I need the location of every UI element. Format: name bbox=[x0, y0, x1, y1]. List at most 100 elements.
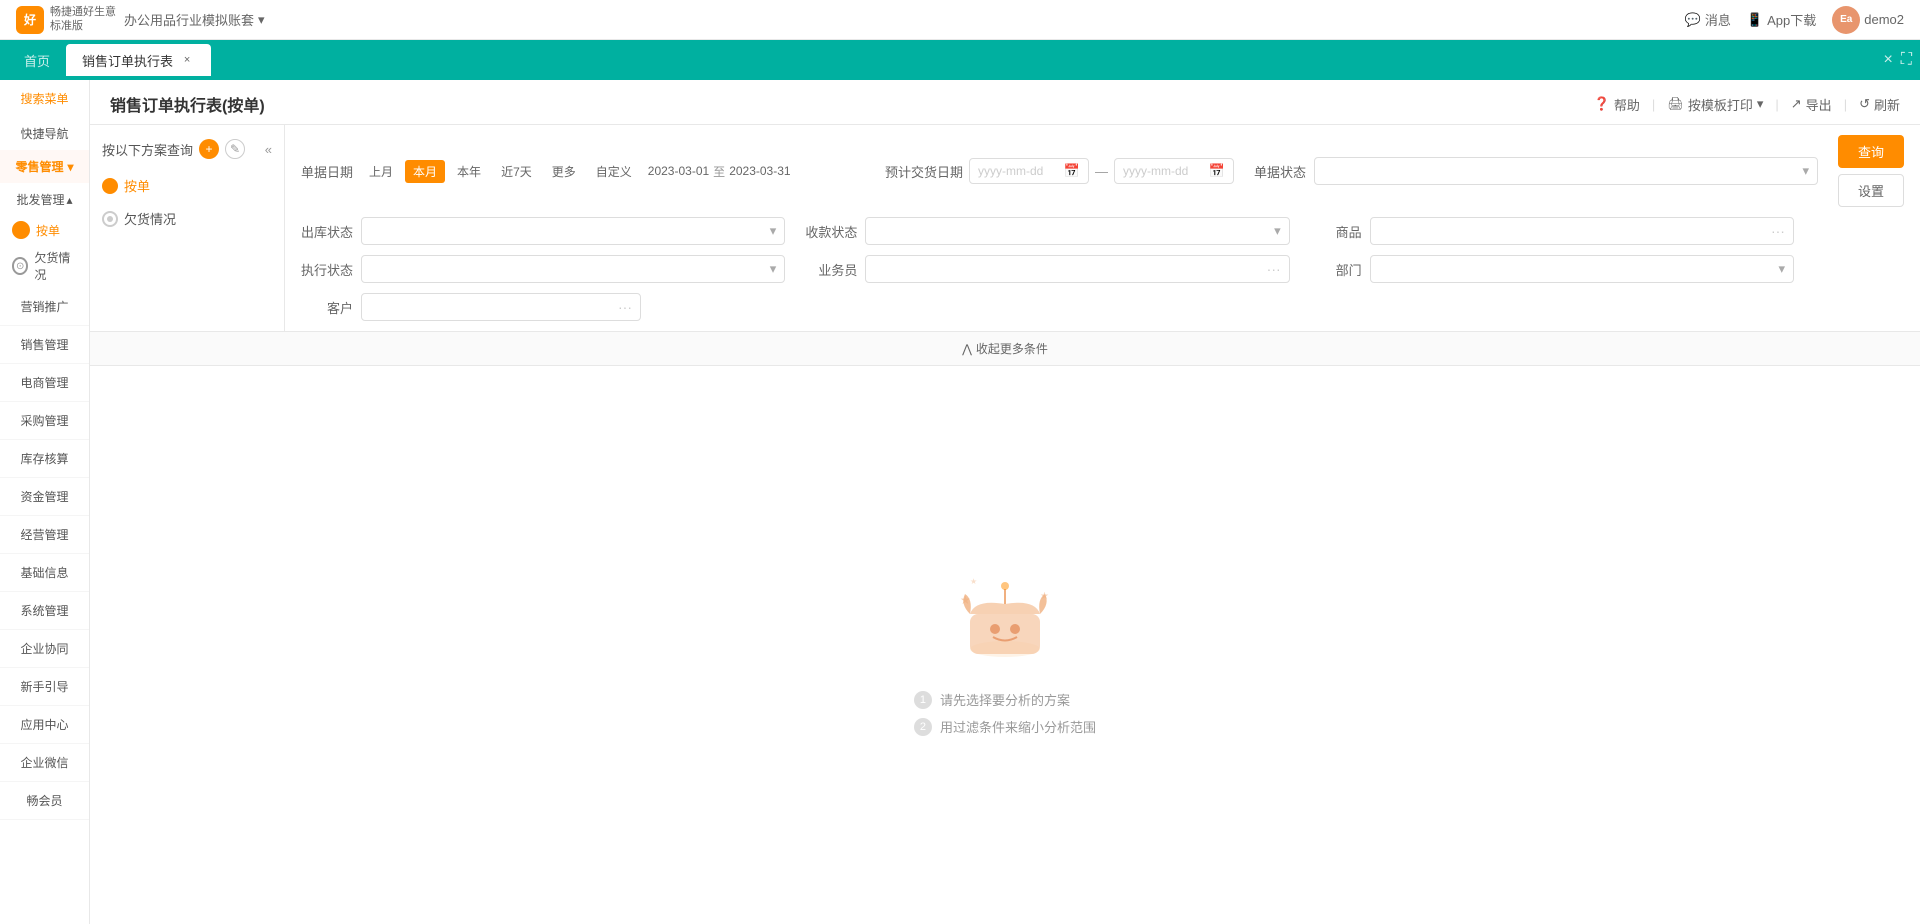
export-button[interactable]: ↗ 导出 bbox=[1791, 95, 1832, 114]
date-tab-last7[interactable]: 近7天 bbox=[493, 160, 540, 183]
logo-area: 好 畅捷通好生意 标准版 bbox=[16, 6, 116, 34]
window-expand-icon[interactable]: ⛶ bbox=[1901, 51, 1912, 69]
order-icon bbox=[12, 221, 30, 239]
scheme-edit-btn[interactable]: ✎ bbox=[225, 139, 245, 159]
salesperson-label: 业务员 bbox=[805, 260, 857, 279]
filter-fields: 单据日期 上月 本月 本年 近7天 更多 自定义 2023-03-01 至 20… bbox=[285, 125, 1920, 331]
sidebar-item-ecommerce[interactable]: 电商管理 bbox=[0, 364, 89, 402]
product-input[interactable]: ··· bbox=[1370, 217, 1794, 245]
expected-delivery-field: 预计交货日期 yyyy-mm-dd 📅 — yyyy-mm-dd 📅 bbox=[885, 158, 1234, 184]
print-dropdown-icon[interactable]: ▾ bbox=[1757, 96, 1764, 112]
date-tab-last-month[interactable]: 上月 bbox=[361, 160, 401, 183]
wholesale-arrow: ▴ bbox=[66, 193, 72, 207]
expected-to-input[interactable]: yyyy-mm-dd 📅 bbox=[1114, 158, 1234, 184]
query-button[interactable]: 查询 bbox=[1838, 135, 1904, 168]
refresh-button[interactable]: ↺ 刷新 bbox=[1859, 95, 1900, 114]
tip-2-num: 2 bbox=[914, 718, 932, 736]
filter-row-4: 客户 ··· bbox=[301, 293, 1904, 321]
empty-state: ★ ★ ★ 1 请先选择要分析的方案 2 用过滤条件来缩小分析范围 bbox=[90, 366, 1920, 924]
date-range-from-display: 2023-03-01 bbox=[648, 164, 709, 178]
app-download-action[interactable]: 📱 App下载 bbox=[1747, 10, 1816, 29]
date-range-sep: 至 bbox=[713, 163, 725, 180]
salesperson-input[interactable]: ··· bbox=[865, 255, 1289, 283]
date-tab-this-year[interactable]: 本年 bbox=[449, 160, 489, 183]
sidebar: 搜索菜单 快捷导航 零售管理 ▾ 批发管理 ▴ 按单 ⊙ 欠货情况 营销推广 销… bbox=[0, 80, 90, 924]
empty-tips: 1 请先选择要分析的方案 2 用过滤条件来缩小分析范围 bbox=[914, 690, 1096, 736]
expected-from-input[interactable]: yyyy-mm-dd 📅 bbox=[969, 158, 1089, 184]
empty-tip-1: 1 请先选择要分析的方案 bbox=[914, 690, 1096, 709]
filter-panel: 按以下方案查询 + ✎ « 按单 欠货情况 bbox=[90, 125, 1920, 366]
empty-tip-2: 2 用过滤条件来缩小分析范围 bbox=[914, 717, 1096, 736]
filter-row-2: 出库状态 ▾ 收款状态 ▾ bbox=[301, 217, 1904, 245]
print-icon: 🖨 bbox=[1667, 96, 1684, 112]
doc-status-dropdown-icon: ▾ bbox=[1802, 163, 1809, 179]
doc-status-label: 单据状态 bbox=[1254, 162, 1306, 181]
customer-input[interactable]: ··· bbox=[361, 293, 641, 321]
top-bar: 好 畅捷通好生意 标准版 办公用品行业模拟账套 ▾ 💬 消息 📱 App下载 E… bbox=[0, 0, 1920, 40]
tab-home[interactable]: 首页 bbox=[8, 44, 66, 76]
sidebar-item-appstore[interactable]: 应用中心 bbox=[0, 706, 89, 744]
scheme-item-debt[interactable]: 欠货情况 bbox=[90, 202, 284, 235]
sidebar-item-wechat[interactable]: 企业微信 bbox=[0, 744, 89, 782]
outbound-field: 出库状态 ▾ bbox=[301, 217, 785, 245]
filter-body: 按以下方案查询 + ✎ « 按单 欠货情况 bbox=[90, 125, 1920, 331]
execution-label: 执行状态 bbox=[301, 260, 353, 279]
sidebar-item-enterprise[interactable]: 企业协同 bbox=[0, 630, 89, 668]
avatar: Ea bbox=[1832, 6, 1860, 34]
sidebar-item-system[interactable]: 系统管理 bbox=[0, 592, 89, 630]
tip-1-num: 1 bbox=[914, 691, 932, 709]
sidebar-item-wholesale[interactable]: 批发管理 ▴ bbox=[0, 183, 89, 216]
tab-bar: 首页 销售订单执行表 × × ⛶ bbox=[0, 40, 1920, 80]
sidebar-item-finance[interactable]: 资金管理 bbox=[0, 478, 89, 516]
scheme-add-btn[interactable]: + bbox=[199, 139, 219, 159]
window-close-icon[interactable]: × bbox=[1883, 51, 1892, 69]
sidebar-quick-nav[interactable]: 快捷导航 bbox=[0, 117, 89, 150]
sidebar-subitem-order[interactable]: 按单 bbox=[0, 216, 89, 244]
product-label: 商品 bbox=[1310, 222, 1362, 241]
dropdown-icon[interactable]: ▾ bbox=[258, 12, 265, 28]
doc-status-field: 单据状态 ▾ bbox=[1254, 157, 1818, 185]
sidebar-item-basic[interactable]: 基础信息 bbox=[0, 554, 89, 592]
tip-2-text: 用过滤条件来缩小分析范围 bbox=[940, 717, 1096, 736]
date-tab-more[interactable]: 更多 bbox=[544, 160, 584, 183]
outbound-select[interactable]: ▾ bbox=[361, 217, 785, 245]
svg-text:★: ★ bbox=[970, 577, 977, 586]
scheme-item-order[interactable]: 按单 bbox=[90, 169, 284, 202]
expected-delivery-label: 预计交货日期 bbox=[885, 162, 963, 181]
execution-select[interactable]: ▾ bbox=[361, 255, 785, 283]
collapse-bar[interactable]: ⋀ 收起更多条件 bbox=[90, 331, 1920, 365]
tab-sales-order[interactable]: 销售订单执行表 × bbox=[66, 44, 211, 76]
message-action[interactable]: 💬 消息 bbox=[1685, 10, 1731, 29]
sidebar-item-newbie[interactable]: 新手引导 bbox=[0, 668, 89, 706]
collection-select[interactable]: ▾ bbox=[865, 217, 1289, 245]
product-field: 商品 ··· bbox=[1310, 217, 1794, 245]
sidebar-item-marketing[interactable]: 营销推广 bbox=[0, 288, 89, 326]
doc-status-select[interactable]: ▾ bbox=[1314, 157, 1818, 185]
customer-more-icon: ··· bbox=[618, 299, 632, 315]
sidebar-item-sales[interactable]: 销售管理 bbox=[0, 326, 89, 364]
sidebar-item-purchase[interactable]: 采购管理 bbox=[0, 402, 89, 440]
execution-field: 执行状态 ▾ bbox=[301, 255, 785, 283]
user-profile[interactable]: Ea demo2 bbox=[1832, 6, 1904, 34]
date-tab-this-month[interactable]: 本月 bbox=[405, 160, 445, 183]
department-select[interactable]: ▾ bbox=[1370, 255, 1794, 283]
top-bar-right: 💬 消息 📱 App下载 Ea demo2 bbox=[1685, 6, 1904, 34]
collection-field: 收款状态 ▾ bbox=[805, 217, 1289, 245]
sidebar-item-inventory[interactable]: 库存核算 bbox=[0, 440, 89, 478]
sidebar-item-retail[interactable]: 零售管理 ▾ bbox=[0, 150, 89, 183]
scheme-collapse-btn[interactable]: « bbox=[265, 142, 272, 157]
scheme-panel: 按以下方案查询 + ✎ « 按单 欠货情况 bbox=[90, 125, 285, 331]
sidebar-subitem-debt[interactable]: ⊙ 欠货情况 bbox=[0, 244, 89, 288]
help-button[interactable]: ❓ 帮助 bbox=[1594, 95, 1640, 114]
calendar-icon-to: 📅 bbox=[1209, 163, 1225, 179]
date-tab-custom[interactable]: 自定义 bbox=[588, 160, 640, 183]
settings-button[interactable]: 设置 bbox=[1838, 174, 1904, 207]
tab-close-icon[interactable]: × bbox=[179, 52, 195, 68]
sidebar-search[interactable]: 搜索菜单 bbox=[0, 80, 89, 117]
scheme-order-icon bbox=[102, 178, 118, 194]
scheme-title: 按以下方案查询 bbox=[102, 140, 193, 159]
customer-label: 客户 bbox=[301, 298, 353, 317]
sidebar-item-member[interactable]: 畅会员 bbox=[0, 782, 89, 820]
print-button[interactable]: 🖨 按模板打印 ▾ bbox=[1667, 95, 1763, 114]
sidebar-item-operations[interactable]: 经营管理 bbox=[0, 516, 89, 554]
